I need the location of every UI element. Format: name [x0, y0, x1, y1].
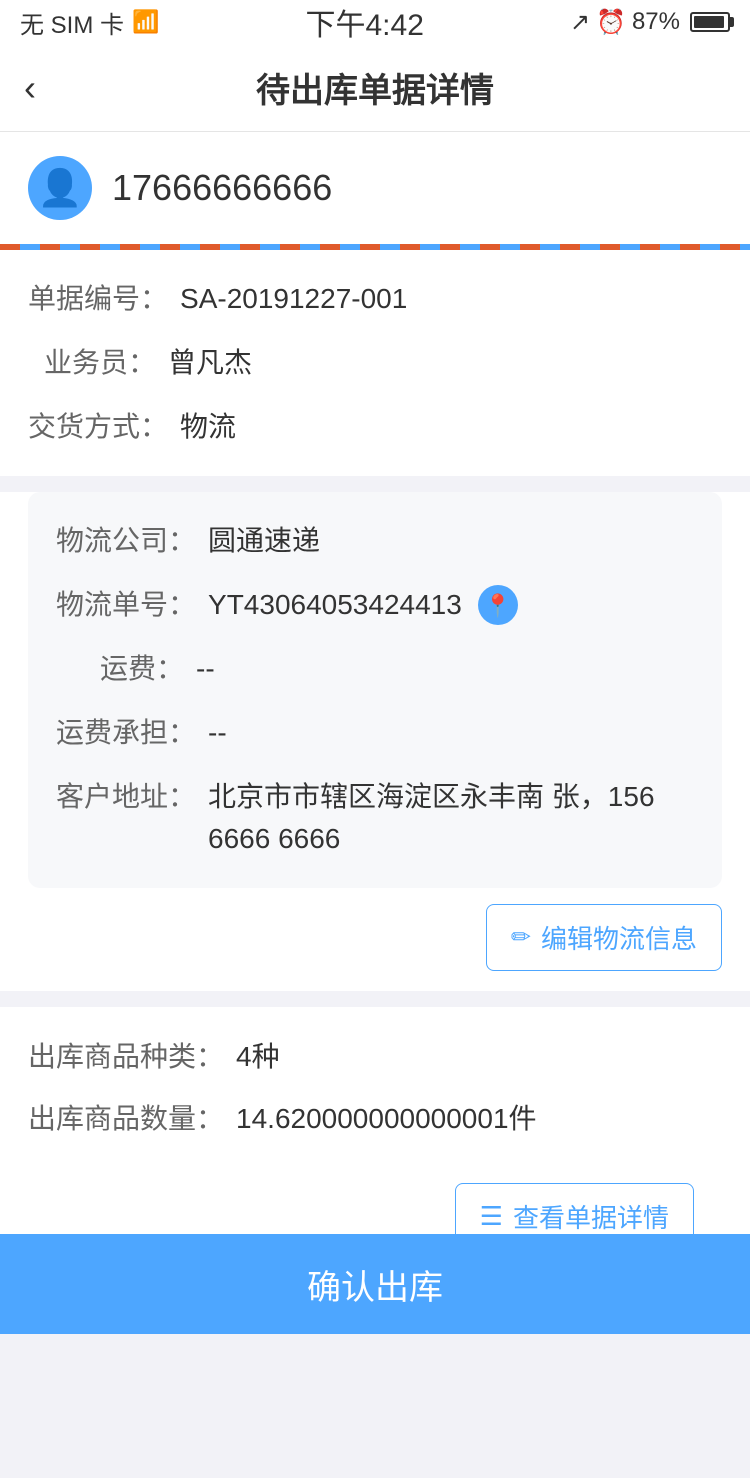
- view-details-label: 查看单据详情: [513, 1198, 669, 1235]
- order-number-row: 单据编号： SA-20191227-001: [28, 278, 722, 320]
- nav-bar: ‹ 待出库单据详情: [0, 44, 750, 132]
- goods-quantity-value: 14.620000000000001件: [236, 1097, 722, 1137]
- goods-quantity-row: 出库商品数量： 14.620000000000001件: [28, 1097, 722, 1137]
- logistics-company-row: 物流公司： 圆通速递: [56, 520, 694, 562]
- status-left: 无 SIM 卡 📶: [20, 5, 159, 40]
- tracking-number-label: 物流单号：: [56, 584, 208, 626]
- avatar: 👤: [28, 156, 92, 220]
- logistics-company-value: 圆通速递: [208, 520, 694, 562]
- avatar-icon: 👤: [38, 167, 83, 209]
- delivery-method-row: 交货方式： 物流: [28, 406, 722, 448]
- sales-person-value: 曾凡杰: [168, 342, 722, 384]
- goods-types-row: 出库商品种类： 4种: [28, 1035, 722, 1075]
- alarm-icon: ⏰: [596, 8, 626, 37]
- confirm-btn-label: 确认出库: [307, 1260, 443, 1309]
- back-button[interactable]: ‹: [24, 67, 36, 109]
- address-label: 客户地址：: [56, 776, 208, 818]
- goods-types-value: 4种: [236, 1035, 722, 1075]
- carrier-text: 无 SIM 卡: [20, 5, 124, 40]
- battery-bar: [690, 12, 730, 32]
- delivery-method-label: 交货方式：: [28, 406, 180, 448]
- status-time: 下午4:42: [305, 0, 423, 44]
- tracking-number-row: 物流单号： YT43064053424413 📍: [56, 584, 694, 626]
- freight-label: 运费：: [56, 648, 196, 690]
- edit-logistics-button[interactable]: ✏ 编辑物流信息: [486, 904, 722, 971]
- address-value: 北京市市辖区海淀区永丰南 张，156 6666 6666: [208, 776, 694, 860]
- address-row: 客户地址： 北京市市辖区海淀区永丰南 张，156 6666 6666: [56, 776, 694, 860]
- status-bar: 无 SIM 卡 📶 下午4:42 ↗ ⏰ 87%: [0, 0, 750, 44]
- confirm-outbound-button[interactable]: 确认出库: [0, 1234, 750, 1334]
- section-separator: [0, 991, 750, 1007]
- location-status-icon: ↗: [570, 8, 590, 37]
- freight-row: 运费： --: [56, 648, 694, 690]
- freight-bearer-value: --: [208, 712, 694, 754]
- logistics-card: 物流公司： 圆通速递 物流单号： YT43064053424413 📍 运费： …: [28, 492, 722, 888]
- sales-person-row: 业务员： 曾凡杰: [28, 342, 722, 384]
- freight-bearer-row: 运费承担： --: [56, 712, 694, 754]
- battery-fill: [694, 16, 724, 28]
- order-info-section: 单据编号： SA-20191227-001 业务员： 曾凡杰 交货方式： 物流: [0, 250, 750, 476]
- freight-bearer-label: 运费承担：: [56, 712, 208, 754]
- page-title: 待出库单据详情: [256, 63, 494, 112]
- goods-types-label: 出库商品种类：: [28, 1035, 236, 1075]
- wifi-icon: 📶: [132, 9, 159, 35]
- user-section: 👤 17666666666: [0, 132, 750, 244]
- sales-person-label: 业务员：: [28, 342, 168, 384]
- tracking-location-icon[interactable]: 📍: [478, 585, 518, 625]
- battery-percent: 87%: [632, 8, 680, 36]
- tracking-number-value: YT43064053424413 📍: [208, 584, 694, 626]
- edit-btn-row: ✏ 编辑物流信息: [0, 904, 750, 991]
- order-number-label: 单据编号：: [28, 278, 180, 320]
- freight-value: --: [196, 648, 694, 690]
- goods-quantity-label: 出库商品数量：: [28, 1097, 236, 1137]
- user-phone: 17666666666: [112, 167, 332, 209]
- edit-btn-label: 编辑物流信息: [541, 919, 697, 956]
- logistics-company-label: 物流公司：: [56, 520, 208, 562]
- order-number-value: SA-20191227-001: [180, 278, 722, 320]
- delivery-method-value: 物流: [180, 406, 722, 448]
- confirm-btn-container: 确认出库: [0, 1234, 750, 1334]
- status-right: ↗ ⏰ 87%: [570, 8, 730, 37]
- view-details-icon: ☰: [480, 1201, 503, 1232]
- edit-icon: ✏: [511, 923, 531, 952]
